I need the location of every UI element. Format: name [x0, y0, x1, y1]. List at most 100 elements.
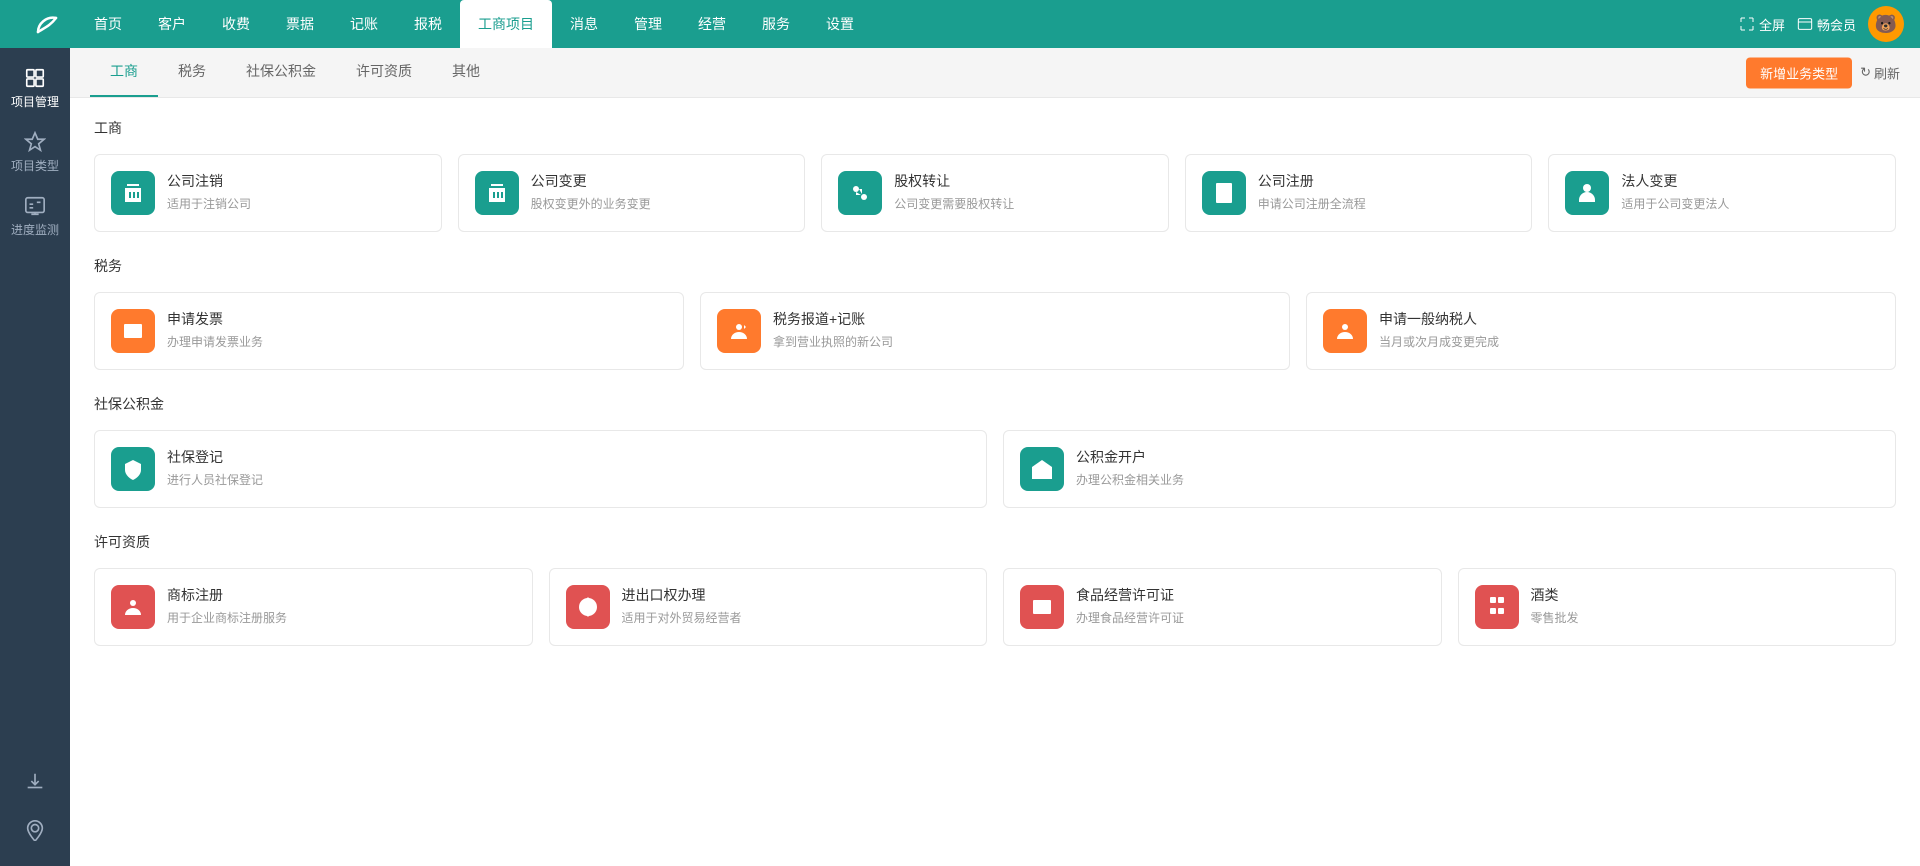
card-title: 申请发票 — [167, 309, 667, 329]
sidebar-label-monitor: 进度监测 — [11, 221, 59, 238]
user-avatar[interactable]: 🐻 — [1868, 6, 1904, 42]
sidebar-bottom — [0, 762, 70, 866]
nav-item-management[interactable]: 管理 — [616, 0, 680, 48]
refresh-icon: ↻ — [1860, 65, 1871, 81]
nav-item-bizproject[interactable]: 工商项目 — [460, 0, 552, 48]
card-company-register[interactable]: 公司注册 申请公司注册全流程 — [1185, 154, 1533, 232]
nav-item-operation[interactable]: 经营 — [680, 0, 744, 48]
card-tax-report[interactable]: 税务报道+记账 拿到营业执照的新公司 — [700, 292, 1290, 370]
sidebar: 项目管理 项目类型 进度监测 — [0, 48, 70, 866]
card-general-taxpayer[interactable]: 申请一般纳税人 当月或次月成变更完成 — [1306, 292, 1896, 370]
member-label: 畅会员 — [1817, 15, 1856, 34]
refresh-button[interactable]: ↻ 刷新 — [1860, 63, 1900, 82]
nav-item-service[interactable]: 服务 — [744, 0, 808, 48]
card-info-register: 公司注册 申请公司注册全流程 — [1258, 171, 1516, 212]
tab-xuke[interactable]: 许可资质 — [336, 48, 432, 97]
add-type-button[interactable]: 新增业务类型 — [1746, 57, 1852, 88]
card-desc: 办理公积金相关业务 — [1076, 471, 1879, 488]
card-title: 股权转让 — [894, 171, 1152, 191]
card-desc: 进行人员社保登记 — [167, 471, 970, 488]
card-title: 酒类 — [1531, 585, 1880, 605]
card-title: 进出口权办理 — [622, 585, 971, 605]
sidebar-item-project-type[interactable]: 项目类型 — [0, 120, 70, 184]
card-info-alcohol: 酒类 零售批发 — [1531, 585, 1880, 626]
section-title-gongshang: 工商 — [94, 118, 1896, 138]
sidebar-item-progress-monitor[interactable]: 进度监测 — [0, 184, 70, 248]
tab-shebao[interactable]: 社保公积金 — [226, 48, 336, 97]
card-desc: 申请公司注册全流程 — [1258, 195, 1516, 212]
card-icon-food — [1020, 585, 1064, 629]
sidebar-download-icon[interactable] — [0, 762, 70, 802]
card-icon-legal — [1565, 171, 1609, 215]
card-info-social: 社保登记 进行人员社保登记 — [167, 447, 970, 488]
fullscreen-button[interactable]: 全屏 — [1739, 15, 1785, 34]
card-desc: 拿到营业执照的新公司 — [773, 333, 1273, 350]
section-title-xuke: 许可资质 — [94, 532, 1896, 552]
nav-item-message[interactable]: 消息 — [552, 0, 616, 48]
gongshang-cards: 公司注销 适用于注销公司 公司变更 股权变更外的业务变更 — [94, 154, 1896, 232]
card-company-change[interactable]: 公司变更 股权变更外的业务变更 — [458, 154, 806, 232]
sidebar-item-project-management[interactable]: 项目管理 — [0, 56, 70, 120]
card-desc: 适用于对外贸易经营者 — [622, 609, 971, 626]
card-company-cancel[interactable]: 公司注销 适用于注销公司 — [94, 154, 442, 232]
tab-gongshang[interactable]: 工商 — [90, 48, 158, 97]
card-icon-trademark — [111, 585, 155, 629]
xuke-cards: 商标注册 用于企业商标注册服务 进出口权办理 适用于对外贸易经营者 — [94, 568, 1896, 646]
card-title: 公积金开户 — [1076, 447, 1879, 467]
nav-item-home[interactable]: 首页 — [76, 0, 140, 48]
card-info-food: 食品经营许可证 办理食品经营许可证 — [1076, 585, 1425, 626]
card-alcohol[interactable]: 酒类 零售批发 — [1458, 568, 1897, 646]
card-icon-register — [1202, 171, 1246, 215]
card-info-tax-report: 税务报道+记账 拿到营业执照的新公司 — [773, 309, 1273, 350]
nav-right: 全屏 畅会员 🐻 — [1739, 6, 1920, 42]
card-legal-change[interactable]: 法人变更 适用于公司变更法人 — [1548, 154, 1896, 232]
card-info-company-change: 公司变更 股权变更外的业务变更 — [531, 171, 789, 212]
scroll-content: 工商 公司注销 适用于注销公司 公司变更 — [70, 98, 1920, 866]
card-title: 申请一般纳税人 — [1379, 309, 1879, 329]
nav-item-customer[interactable]: 客户 — [140, 0, 204, 48]
card-desc: 公司变更需要股权转让 — [894, 195, 1152, 212]
card-icon-company-change — [475, 171, 519, 215]
card-social-insurance[interactable]: 社保登记 进行人员社保登记 — [94, 430, 987, 508]
card-title: 税务报道+记账 — [773, 309, 1273, 329]
card-info-housing: 公积金开户 办理公积金相关业务 — [1076, 447, 1879, 488]
refresh-label: 刷新 — [1874, 63, 1900, 82]
card-title: 公司变更 — [531, 171, 789, 191]
shuiwu-cards: 申请发票 办理申请发票业务 税务报道+记账 拿到营业执照的新公司 — [94, 292, 1896, 370]
nav-item-bill[interactable]: 票据 — [268, 0, 332, 48]
card-food-license[interactable]: 食品经营许可证 办理食品经营许可证 — [1003, 568, 1442, 646]
nav-item-fee[interactable]: 收费 — [204, 0, 268, 48]
card-desc: 当月或次月成变更完成 — [1379, 333, 1879, 350]
card-desc: 办理申请发票业务 — [167, 333, 667, 350]
card-title: 社保登记 — [167, 447, 970, 467]
card-icon-equity — [838, 171, 882, 215]
card-housing-fund[interactable]: 公积金开户 办理公积金相关业务 — [1003, 430, 1896, 508]
card-title: 商标注册 — [167, 585, 516, 605]
section-title-shebao: 社保公积金 — [94, 394, 1896, 414]
card-icon-taxpayer — [1323, 309, 1367, 353]
card-desc: 用于企业商标注册服务 — [167, 609, 516, 626]
nav-item-settings[interactable]: 设置 — [808, 0, 872, 48]
main-layout: 项目管理 项目类型 进度监测 — [0, 48, 1920, 866]
card-desc: 零售批发 — [1531, 609, 1880, 626]
section-title-shuiwu: 税务 — [94, 256, 1896, 276]
nav-item-tax[interactable]: 报税 — [396, 0, 460, 48]
member-button[interactable]: 畅会员 — [1797, 15, 1856, 34]
tab-shuiwu[interactable]: 税务 — [158, 48, 226, 97]
card-info-invoice: 申请发票 办理申请发票业务 — [167, 309, 667, 350]
card-desc: 适用于公司变更法人 — [1621, 195, 1879, 212]
card-equity-transfer[interactable]: 股权转让 公司变更需要股权转让 — [821, 154, 1169, 232]
sidebar-location-icon[interactable] — [0, 810, 70, 850]
card-trademark[interactable]: 商标注册 用于企业商标注册服务 — [94, 568, 533, 646]
fullscreen-label: 全屏 — [1759, 15, 1785, 34]
nav-item-accounting[interactable]: 记账 — [332, 0, 396, 48]
tab-bar: 工商 税务 社保公积金 许可资质 其他 新增业务类型 ↻ 刷新 — [70, 48, 1920, 98]
card-icon-import-export — [566, 585, 610, 629]
card-invoice-apply[interactable]: 申请发票 办理申请发票业务 — [94, 292, 684, 370]
card-title: 公司注销 — [167, 171, 425, 191]
card-title: 食品经营许可证 — [1076, 585, 1425, 605]
card-title: 公司注册 — [1258, 171, 1516, 191]
tab-other[interactable]: 其他 — [432, 48, 500, 97]
card-import-export[interactable]: 进出口权办理 适用于对外贸易经营者 — [549, 568, 988, 646]
top-navigation: 首页 客户 收费 票据 记账 报税 工商项目 消息 管理 经营 服务 设置 全屏… — [0, 0, 1920, 48]
